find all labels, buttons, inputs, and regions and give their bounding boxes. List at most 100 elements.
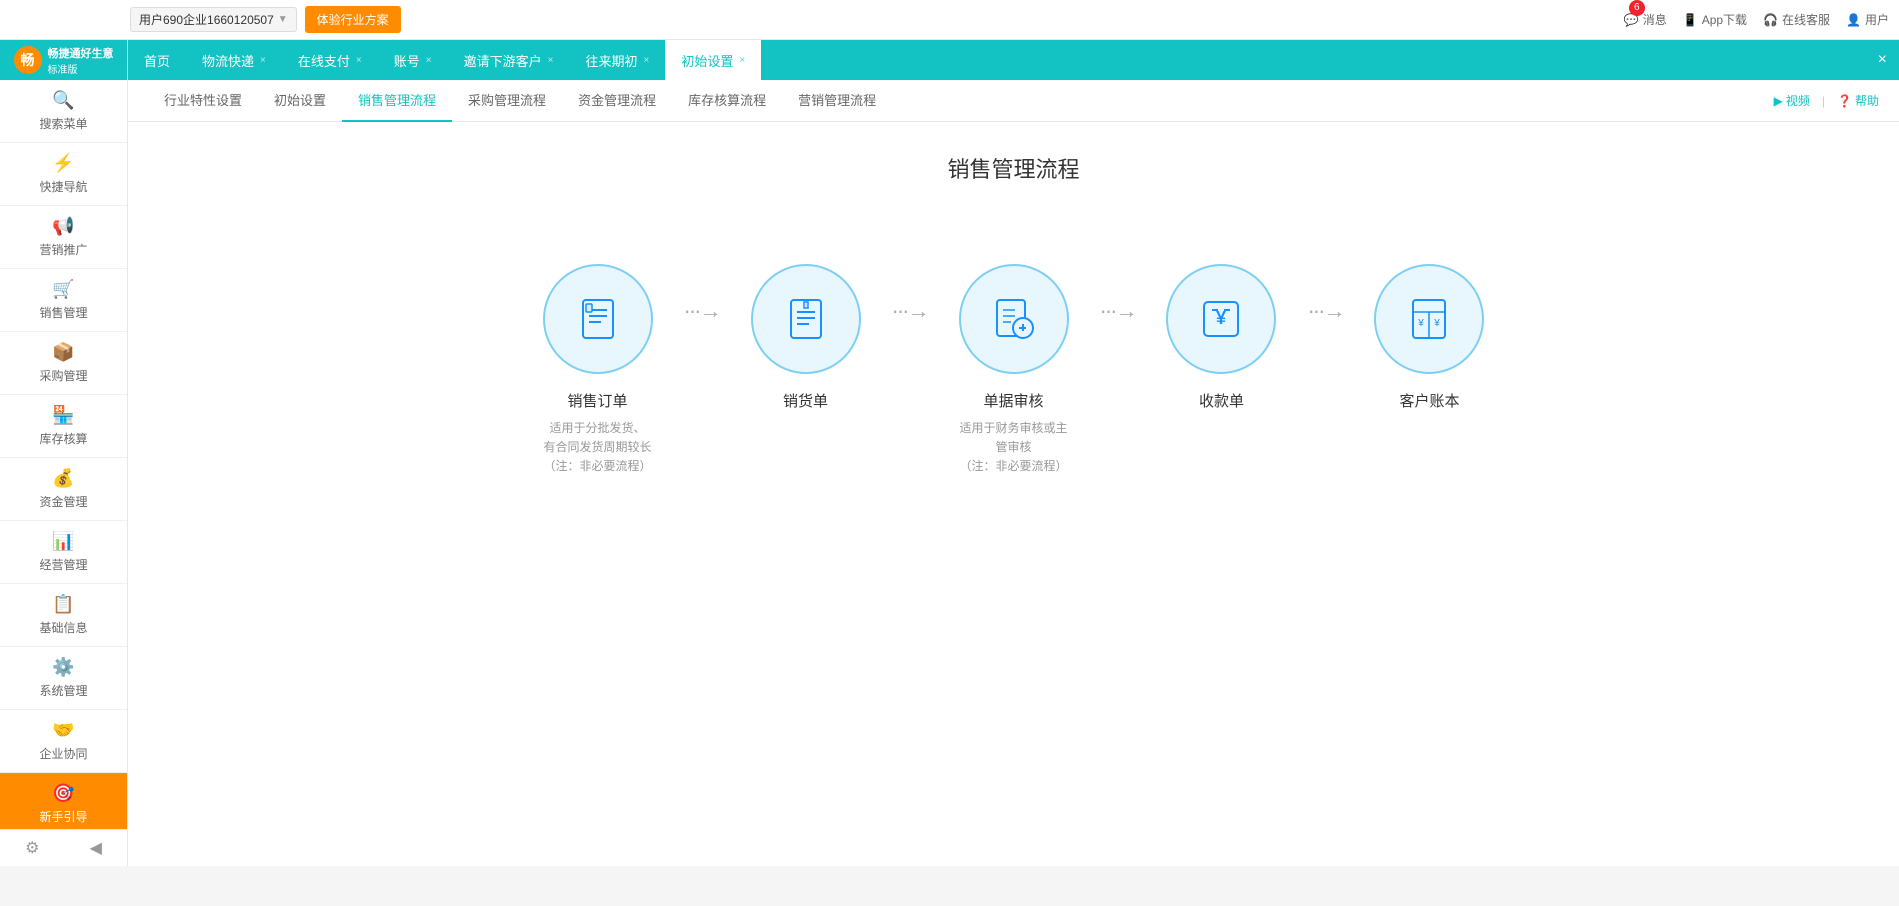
flow-diagram: 销售订单 适用于分批发货、 有合同发货周期较长 （注：非必要流程） ···→ [168,244,1859,517]
flow-arrow-2: ···→ [892,264,928,384]
target-icon: 🎯 [52,783,74,804]
cart-icon: 🛒 [52,279,74,300]
help-link[interactable]: ❓ 帮助 [1837,92,1879,109]
logo-text: 畅捷通好生意 标准版 [48,45,114,76]
close-icon[interactable]: × [739,55,745,66]
chart-icon: 📊 [52,531,74,552]
sidebar-item-finance[interactable]: 💰 资金管理 [0,458,127,521]
play-icon: ▶ [1774,94,1783,108]
service-item[interactable]: 🎧 在线客服 [1763,11,1830,28]
flow-step-receipt: ¥ 收款单 [1131,264,1311,419]
video-link[interactable]: ▶ 视频 [1774,92,1810,109]
content-header-actions: ▶ 视频 | ❓ 帮助 [1774,92,1879,109]
flash-icon: ⚡ [52,153,74,174]
nav-tab-account[interactable]: 账号 × [378,40,448,80]
sidebar-menu: 🔍 搜索菜单 ⚡ 快捷导航 📢 营销推广 🛒 销售管理 📦 采购管理 🏪 [0,80,127,829]
sidebar-label-operations: 经营管理 [39,556,87,573]
close-icon[interactable]: × [260,55,266,66]
sidebar-item-system[interactable]: ⚙️ 系统管理 [0,647,127,710]
content-tab-finance-label: 资金管理流程 [578,90,656,109]
flow-step-ledger: ¥ ¥ 客户账本 [1339,264,1519,419]
flow-circle-invoice [751,264,861,374]
content-header: 行业特性设置 初始设置 销售管理流程 采购管理流程 资金管理流程 库存核算流程 [128,80,1899,122]
top-bar: 用户690企业1660120507 ▼ 体验行业方案 💬 6 消息 📱 App下… [0,0,1899,40]
nav-tab-logistics[interactable]: 物流快递 × [186,40,282,80]
user-selector[interactable]: 用户690企业1660120507 ▼ [130,7,297,32]
step-name-receipt: 收款单 [1199,390,1244,411]
content-tab-marketing-label: 营销管理流程 [798,90,876,109]
settings-bottom-btn[interactable]: ⚙ [25,838,39,858]
top-bar-right: 💬 6 消息 📱 App下载 🎧 在线客服 👤 用户 [1624,11,1889,28]
content-tab-marketing-flow[interactable]: 营销管理流程 [782,80,892,122]
content-tab-industry[interactable]: 行业特性设置 [148,80,258,122]
handshake-icon: 🤝 [52,720,74,741]
store-icon: 🏪 [52,405,74,426]
content-tab-init[interactable]: 初始设置 [258,80,342,122]
sidebar-item-sales-mgmt[interactable]: 🛒 销售管理 [0,269,127,332]
sidebar-item-search[interactable]: 🔍 搜索菜单 [0,80,127,143]
nav-tab-invite[interactable]: 邀请下游客户 × [448,40,570,80]
main-content: 行业特性设置 初始设置 销售管理流程 采购管理流程 资金管理流程 库存核算流程 [128,80,1899,866]
sidebar-item-quick-nav[interactable]: ⚡ 快捷导航 [0,143,127,206]
sidebar-label-purchase: 采购管理 [39,367,87,384]
user-avatar-item[interactable]: 👤 用户 [1846,11,1889,28]
sidebar-label-finance: 资金管理 [39,493,87,510]
sidebar-item-new-guide[interactable]: 🎯 新手引导 [0,773,127,829]
content-tab-finance-flow[interactable]: 资金管理流程 [562,80,672,122]
sidebar-item-enterprise-collab[interactable]: 🤝 企业协同 [0,710,127,773]
message-item[interactable]: 💬 6 消息 [1624,11,1667,28]
sidebar-item-operations[interactable]: 📊 经营管理 [0,521,127,584]
close-icon[interactable]: × [643,55,649,66]
nav-tab-account-label: 账号 [394,51,420,70]
sidebar-bottom: ⚙ ◀ [0,829,127,866]
question-icon: ❓ [1837,94,1852,108]
avatar-icon: 👤 [1846,13,1861,27]
nav-tab-initial-setup[interactable]: 初始设置 × [665,40,761,80]
invoice-icon [781,294,831,344]
nav-tab-payment-label: 在线支付 [298,51,350,70]
content-tab-sales-label: 销售管理流程 [358,90,436,109]
app-icon: 📱 [1683,13,1698,27]
sidebar-label-inventory: 库存核算 [39,430,87,447]
help-label: 帮助 [1855,92,1879,109]
nav-bar: 首页 物流快递 × 在线支付 × 账号 × 邀请下游客户 × 往来期初 × [128,40,1899,80]
sidebar-item-purchase-mgmt[interactable]: 📦 采购管理 [0,332,127,395]
sidebar-label-sales: 销售管理 [39,304,87,321]
main-layout: 畅 畅捷通好生意 标准版 🔍 搜索菜单 ⚡ 快捷导航 📢 营销推广 🛒 销售管理 [0,40,1899,866]
sidebar-label-search: 搜索菜单 [39,115,87,132]
nav-tab-home[interactable]: 首页 [128,40,186,80]
experience-button[interactable]: 体验行业方案 [305,6,401,33]
service-label: 在线客服 [1782,11,1830,28]
content-tab-purchase-flow[interactable]: 采购管理流程 [452,80,562,122]
sidebar-item-inventory[interactable]: 🏪 库存核算 [0,395,127,458]
content-tab-sales-flow[interactable]: 销售管理流程 [342,80,452,122]
flow-step-audit: 单据审核 适用于财务审核或主 管审核 （注：非必要流程） [924,264,1104,477]
sidebar-item-marketing-promo[interactable]: 📢 营销推广 [0,206,127,269]
collapse-btn[interactable]: ◀ [90,838,102,858]
content-tab-inventory-flow[interactable]: 库存核算流程 [672,80,782,122]
svg-text:¥: ¥ [1418,318,1425,329]
search-icon: 🔍 [52,90,74,111]
audit-icon [989,294,1039,344]
app-download-label: App下载 [1702,11,1747,28]
step-desc-audit: 适用于财务审核或主 管审核 （注：非必要流程） [959,419,1067,477]
gear-icon: ⚙️ [52,657,74,678]
close-icon[interactable]: × [426,55,432,66]
close-icon[interactable]: × [548,55,554,66]
page-title: 销售管理流程 [168,152,1859,184]
sidebar-label-quick-nav: 快捷导航 [39,178,87,195]
close-icon[interactable]: × [356,55,362,66]
box-icon: 📦 [52,342,74,363]
nav-tab-initial-label: 初始设置 [681,51,733,70]
flow-circle-sales-order [543,264,653,374]
megaphone-icon: 📢 [52,216,74,237]
sidebar-label-collab: 企业协同 [39,745,87,762]
ledger-icon: ¥ ¥ [1404,294,1454,344]
nav-tab-period[interactable]: 往来期初 × [569,40,665,80]
nav-tab-payment[interactable]: 在线支付 × [282,40,378,80]
list-icon: 📋 [52,594,74,615]
sidebar-item-basic-info[interactable]: 📋 基础信息 [0,584,127,647]
nav-close-all-btn[interactable]: × [1866,51,1899,69]
flow-step-invoice: 销货单 [716,264,896,419]
app-download-item[interactable]: 📱 App下载 [1683,11,1747,28]
